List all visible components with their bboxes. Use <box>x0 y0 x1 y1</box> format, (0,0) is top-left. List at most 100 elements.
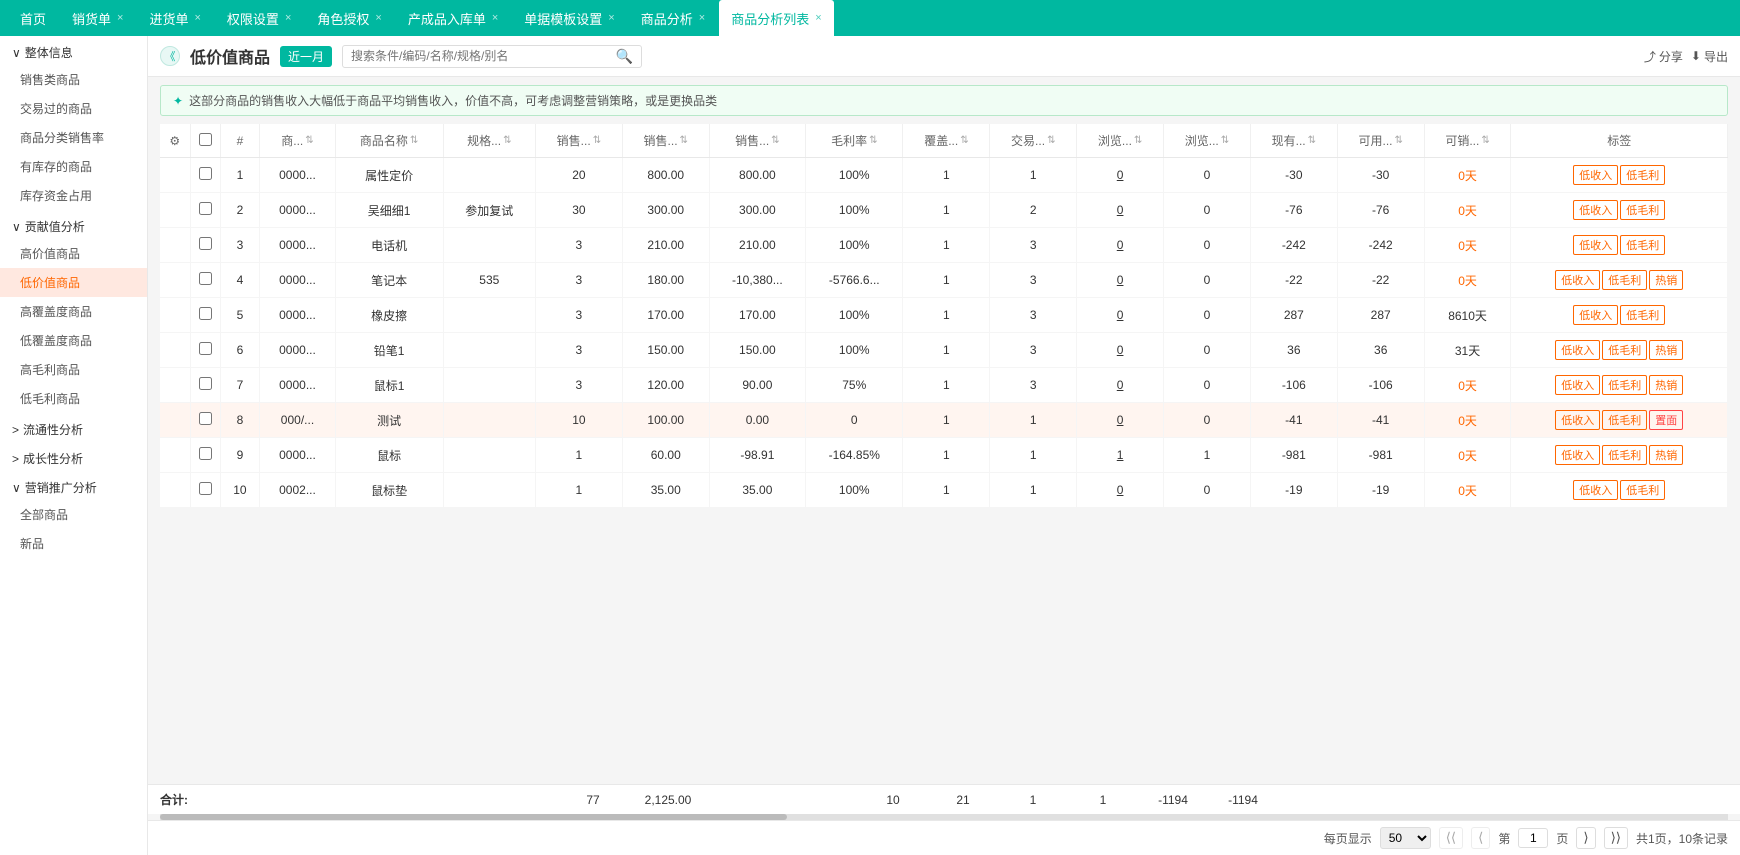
close-icon[interactable]: × <box>492 12 498 24</box>
th-current-stock[interactable]: 现有... ⇅ <box>1250 124 1337 158</box>
th-sale-qty[interactable]: 销售... ⇅ <box>535 124 622 158</box>
select-all-checkbox[interactable] <box>199 133 212 146</box>
export-button[interactable]: ⬇ 导出 <box>1691 48 1728 65</box>
pagination-bar: 每页显示 50 100 200 ⟨⟨ ⟨ 第 页 ⟩ ⟩⟩ 共1页，10条记录 <box>148 820 1740 855</box>
row-checkbox[interactable] <box>199 237 212 250</box>
sidebar-group-contribution[interactable]: ∨ 贡献值分析 <box>0 210 147 239</box>
share-button[interactable]: ⤴ 分享 <box>1644 48 1683 65</box>
nav-permissions[interactable]: 权限设置 × <box>215 0 303 36</box>
th-sale-price[interactable]: 销售... ⇅ <box>622 124 709 158</box>
row-checkbox[interactable] <box>199 167 212 180</box>
th-browse2[interactable]: 浏览... ⇅ <box>1164 124 1251 158</box>
sort-icon[interactable]: ⇅ <box>1395 135 1403 146</box>
table-row: 9 0000... 鼠标 1 60.00 -98.91 -164.85% 1 1… <box>160 438 1728 473</box>
th-code[interactable]: 商... ⇅ <box>260 124 335 158</box>
next-page-button[interactable]: ⟩ <box>1576 827 1595 849</box>
cell-current-stock: -30 <box>1250 158 1337 193</box>
close-icon[interactable]: × <box>117 12 123 24</box>
sidebar-item-sales-products[interactable]: 销售类商品 <box>0 65 147 94</box>
th-gear[interactable]: ⚙ <box>160 124 190 158</box>
sort-icon[interactable]: ⇅ <box>960 135 968 146</box>
row-checkbox[interactable] <box>199 202 212 215</box>
nav-product-analysis-list[interactable]: 商品分析列表 × <box>719 0 833 36</box>
search-input[interactable] <box>351 49 612 63</box>
page-size-select[interactable]: 50 100 200 <box>1380 827 1431 849</box>
sidebar-item-high-value[interactable]: 高价值商品 <box>0 239 147 268</box>
cell-name: 笔记本 <box>335 263 443 298</box>
sidebar-group-growth[interactable]: > 成长性分析 <box>0 442 147 471</box>
gear-icon[interactable]: ⚙ <box>169 134 180 148</box>
nav-role-auth[interactable]: 角色授权 × <box>305 0 393 36</box>
nav-purchase-order[interactable]: 进货单 × <box>137 0 212 36</box>
close-icon[interactable]: × <box>815 12 821 24</box>
page-number-input[interactable] <box>1518 828 1548 848</box>
first-page-button[interactable]: ⟨⟨ <box>1439 827 1463 849</box>
nav-template-settings[interactable]: 单据模板设置 × <box>512 0 626 36</box>
time-filter-button[interactable]: 近一月 <box>280 46 332 67</box>
cell-gear <box>160 228 190 263</box>
sidebar-item-low-coverage[interactable]: 低覆盖度商品 <box>0 326 147 355</box>
sort-icon[interactable]: ⇅ <box>305 135 313 146</box>
row-checkbox[interactable] <box>199 412 212 425</box>
sort-icon[interactable]: ⇅ <box>680 135 688 146</box>
cell-browse1: 1 <box>1077 438 1164 473</box>
search-icon[interactable]: 🔍 <box>616 48 633 65</box>
th-name[interactable]: 商品名称 ⇅ <box>335 124 443 158</box>
sort-icon[interactable]: ⇅ <box>869 135 877 146</box>
collapse-sidebar-button[interactable]: 《 <box>160 46 180 66</box>
row-checkbox[interactable] <box>199 482 212 495</box>
th-spec[interactable]: 规格... ⇅ <box>443 124 535 158</box>
sort-icon[interactable]: ⇅ <box>1134 135 1142 146</box>
nav-home[interactable]: 首页 <box>8 0 58 36</box>
sidebar-item-category-sales-rate[interactable]: 商品分类销售率 <box>0 123 147 152</box>
sort-icon[interactable]: ⇅ <box>1481 135 1489 146</box>
sort-icon[interactable]: ⇅ <box>1308 135 1316 146</box>
sort-icon[interactable]: ⇅ <box>1047 135 1055 146</box>
cell-gear <box>160 438 190 473</box>
sidebar-item-stocked-products[interactable]: 有库存的商品 <box>0 152 147 181</box>
sort-icon[interactable]: ⇅ <box>1221 135 1229 146</box>
cell-coverage: 1 <box>903 403 990 438</box>
close-icon[interactable]: × <box>375 12 381 24</box>
th-trade[interactable]: 交易... ⇅ <box>990 124 1077 158</box>
cell-sale-amount: -98.91 <box>709 438 805 473</box>
sidebar-item-traded-products[interactable]: 交易过的商品 <box>0 94 147 123</box>
th-available[interactable]: 可用... ⇅ <box>1337 124 1424 158</box>
th-browse1[interactable]: 浏览... ⇅ <box>1077 124 1164 158</box>
sort-icon[interactable]: ⇅ <box>593 135 601 146</box>
close-icon[interactable]: × <box>285 12 291 24</box>
close-icon[interactable]: × <box>699 12 705 24</box>
sidebar-group-overall[interactable]: ∨ 整体信息 <box>0 36 147 65</box>
close-icon[interactable]: × <box>194 12 200 24</box>
close-icon[interactable]: × <box>608 12 614 24</box>
sort-icon[interactable]: ⇅ <box>503 135 511 146</box>
sidebar-group-circulation[interactable]: > 流通性分析 <box>0 413 147 442</box>
nav-product-inbound[interactable]: 产成品入库单 × <box>396 0 510 36</box>
row-checkbox[interactable] <box>199 307 212 320</box>
sidebar-item-low-value[interactable]: 低价值商品 <box>0 268 147 297</box>
th-sale-amount[interactable]: 销售... ⇅ <box>709 124 805 158</box>
nav-sales-order[interactable]: 销货单 × <box>60 0 135 36</box>
sidebar-item-inventory-capital[interactable]: 库存资金占用 <box>0 181 147 210</box>
last-page-button[interactable]: ⟩⟩ <box>1604 827 1628 849</box>
th-coverage[interactable]: 覆盖... ⇅ <box>903 124 990 158</box>
sort-icon[interactable]: ⇅ <box>410 135 418 146</box>
sidebar-item-new-products[interactable]: 新品 <box>0 529 147 558</box>
cell-checkbox <box>190 263 220 298</box>
sidebar-item-all-products[interactable]: 全部商品 <box>0 500 147 529</box>
sidebar-item-high-margin[interactable]: 高毛利商品 <box>0 355 147 384</box>
row-checkbox[interactable] <box>199 447 212 460</box>
nav-product-analysis[interactable]: 商品分析 × <box>629 0 717 36</box>
th-saleable[interactable]: 可销... ⇅ <box>1424 124 1511 158</box>
row-checkbox[interactable] <box>199 377 212 390</box>
sidebar-item-low-margin[interactable]: 低毛利商品 <box>0 384 147 413</box>
row-checkbox[interactable] <box>199 342 212 355</box>
prev-page-button[interactable]: ⟨ <box>1471 827 1490 849</box>
sidebar-group-marketing[interactable]: ∨ 营销推广分析 <box>0 471 147 500</box>
cell-tags: 低收入低毛利热销 <box>1511 333 1728 368</box>
sort-icon[interactable]: ⇅ <box>771 135 779 146</box>
row-checkbox[interactable] <box>199 272 212 285</box>
th-gross-margin[interactable]: 毛利率 ⇅ <box>806 124 903 158</box>
sidebar-item-high-coverage[interactable]: 高覆盖度商品 <box>0 297 147 326</box>
product-tag: 低收入 <box>1555 445 1600 465</box>
